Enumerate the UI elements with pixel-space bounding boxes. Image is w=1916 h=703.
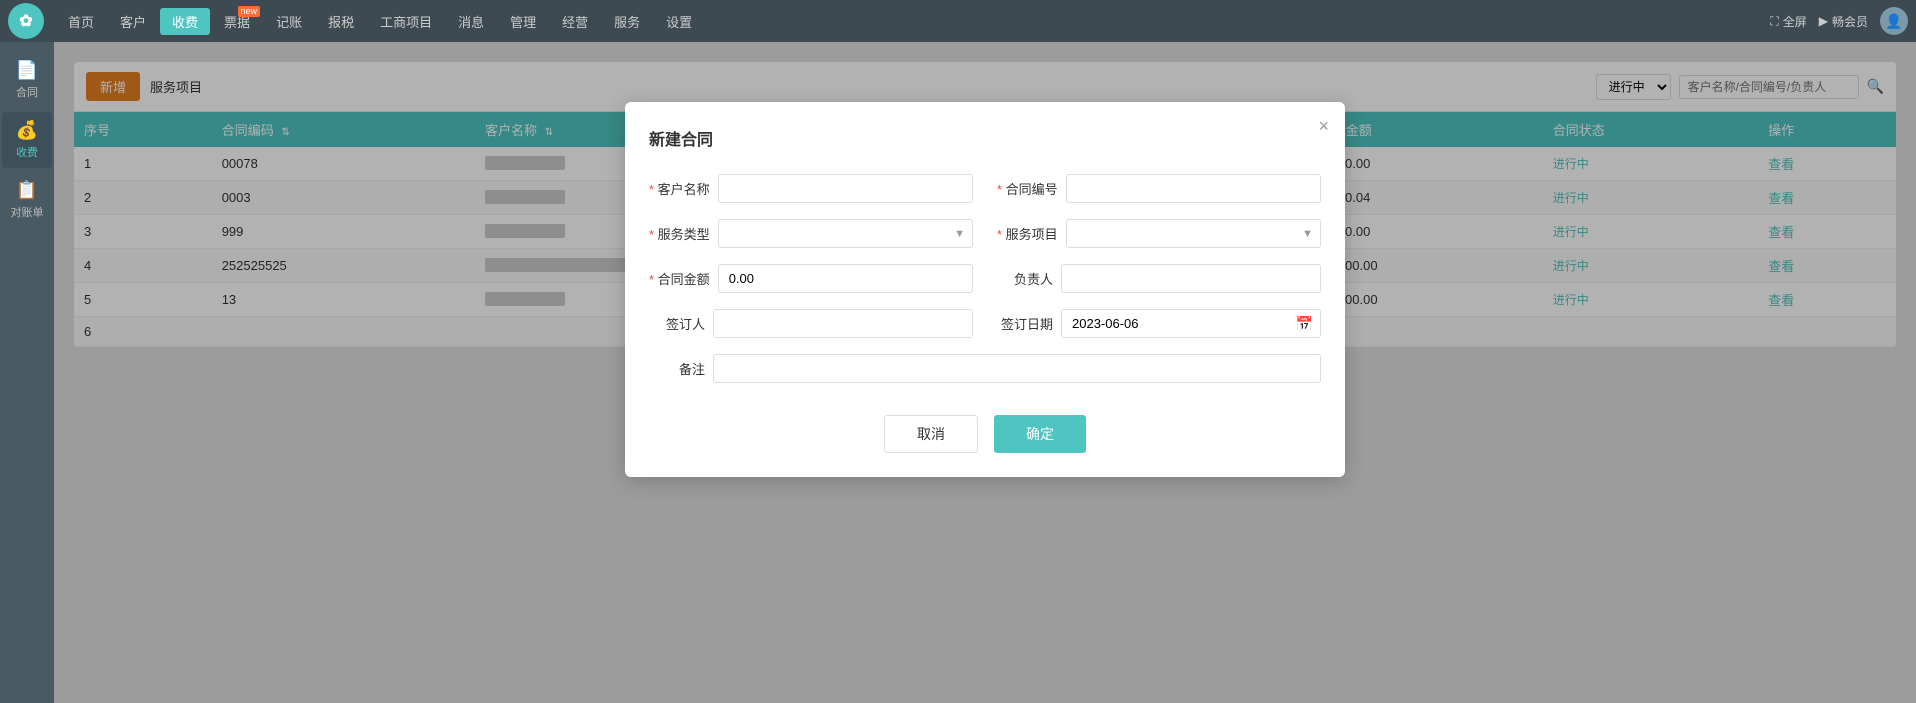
play-icon: ▶	[1819, 14, 1828, 28]
remark-label: 备注	[649, 359, 705, 378]
contract-no-input[interactable]	[1066, 174, 1321, 203]
contract-icon: 📄	[16, 60, 38, 81]
sidebar-item-fees[interactable]: 💰 收费	[2, 112, 52, 168]
modal-title: 新建合同	[649, 126, 1321, 150]
customer-name-input[interactable]	[718, 174, 973, 203]
avatar[interactable]: 👤	[1880, 7, 1908, 35]
main-layout: 📄 合同 💰 收费 📋 对账单 新增 服务项目 进行中 🔍	[0, 42, 1916, 703]
contract-no-label: 合同编号	[997, 179, 1058, 198]
form-row-service-type: 服务类型 ▼	[649, 219, 973, 248]
calendar-icon[interactable]: 📅	[1296, 315, 1313, 332]
sidebar-item-contract[interactable]: 📄 合同	[2, 52, 52, 108]
service-type-select[interactable]	[718, 219, 973, 248]
fullscreen-icon: ⛶	[1770, 14, 1778, 29]
service-item-select[interactable]	[1066, 219, 1321, 248]
form-row-service-item: 服务项目 ▼	[997, 219, 1321, 248]
responsible-input[interactable]	[1061, 264, 1321, 293]
nav-item-message[interactable]: 消息	[446, 8, 496, 35]
responsible-label: 负责人	[997, 269, 1053, 288]
form-row-contract-no: 合同编号	[997, 174, 1321, 203]
form-row-sign-date: 签订日期 📅	[997, 309, 1321, 338]
content-area: 新增 服务项目 进行中 🔍 序号 合同编码 ⇅ 客户名称 ⇅	[54, 42, 1916, 703]
statement-icon: 📋	[16, 180, 38, 201]
amount-input[interactable]	[718, 264, 973, 293]
sidebar-item-statement[interactable]: 📋 对账单	[2, 172, 52, 228]
form-row-responsible: 负责人	[997, 264, 1321, 293]
nav-items: 首页 客户 收费 票据 new 记账 报税 工商项目 消息 管理 经营 服务 设…	[56, 8, 1770, 35]
nav-item-invoice[interactable]: 票据 new	[212, 8, 262, 35]
top-nav: ✿ 首页 客户 收费 票据 new 记账 报税 工商项目 消息 管理 经营 服务…	[0, 0, 1916, 42]
sidebar: 📄 合同 💰 收费 📋 对账单	[0, 42, 54, 703]
sign-date-label: 签订日期	[997, 314, 1053, 333]
form-row-remark: 备注	[649, 354, 1321, 383]
nav-item-settings[interactable]: 设置	[654, 8, 704, 35]
fullscreen-button[interactable]: ⛶ 全屏	[1770, 13, 1806, 30]
service-type-label: 服务类型	[649, 224, 710, 243]
nav-item-customer[interactable]: 客户	[108, 8, 158, 35]
sign-date-input[interactable]	[1061, 309, 1321, 338]
signer-label: 签订人	[649, 314, 705, 333]
signer-input[interactable]	[713, 309, 973, 338]
modal-overlay: 新建合同 × 客户名称 合同编号 服务类型	[54, 42, 1916, 703]
amount-label: 合同金额	[649, 269, 710, 288]
modal-close-button[interactable]: ×	[1318, 116, 1329, 137]
cancel-button[interactable]: 取消	[884, 415, 978, 453]
service-item-select-wrap: ▼	[1066, 219, 1321, 248]
confirm-button[interactable]: 确定	[994, 415, 1086, 453]
nav-item-service[interactable]: 服务	[602, 8, 652, 35]
nav-item-bookkeeping[interactable]: 记账	[264, 8, 314, 35]
new-contract-modal: 新建合同 × 客户名称 合同编号 服务类型	[625, 102, 1345, 477]
nav-item-fees[interactable]: 收费	[160, 8, 210, 35]
remark-input[interactable]	[713, 354, 1321, 383]
nav-item-operation[interactable]: 经营	[550, 8, 600, 35]
form-grid: 客户名称 合同编号 服务类型 ▼	[649, 174, 1321, 383]
nav-item-business[interactable]: 工商项目	[368, 8, 444, 35]
nav-item-tax[interactable]: 报税	[316, 8, 366, 35]
fees-icon: 💰	[16, 120, 38, 141]
logo: ✿	[8, 3, 44, 39]
form-row-amount: 合同金额	[649, 264, 973, 293]
modal-footer: 取消 确定	[649, 415, 1321, 453]
nav-right: ⛶ 全屏 ▶ 畅会员 👤	[1770, 7, 1908, 35]
sign-date-wrap: 📅	[1061, 309, 1321, 338]
service-type-select-wrap: ▼	[718, 219, 973, 248]
nav-item-home[interactable]: 首页	[56, 8, 106, 35]
new-badge: new	[238, 6, 261, 17]
service-item-label: 服务项目	[997, 224, 1058, 243]
member-button[interactable]: ▶ 畅会员	[1819, 13, 1868, 30]
form-row-signer: 签订人	[649, 309, 973, 338]
customer-name-label: 客户名称	[649, 179, 710, 198]
form-row-customer: 客户名称	[649, 174, 973, 203]
nav-item-manage[interactable]: 管理	[498, 8, 548, 35]
